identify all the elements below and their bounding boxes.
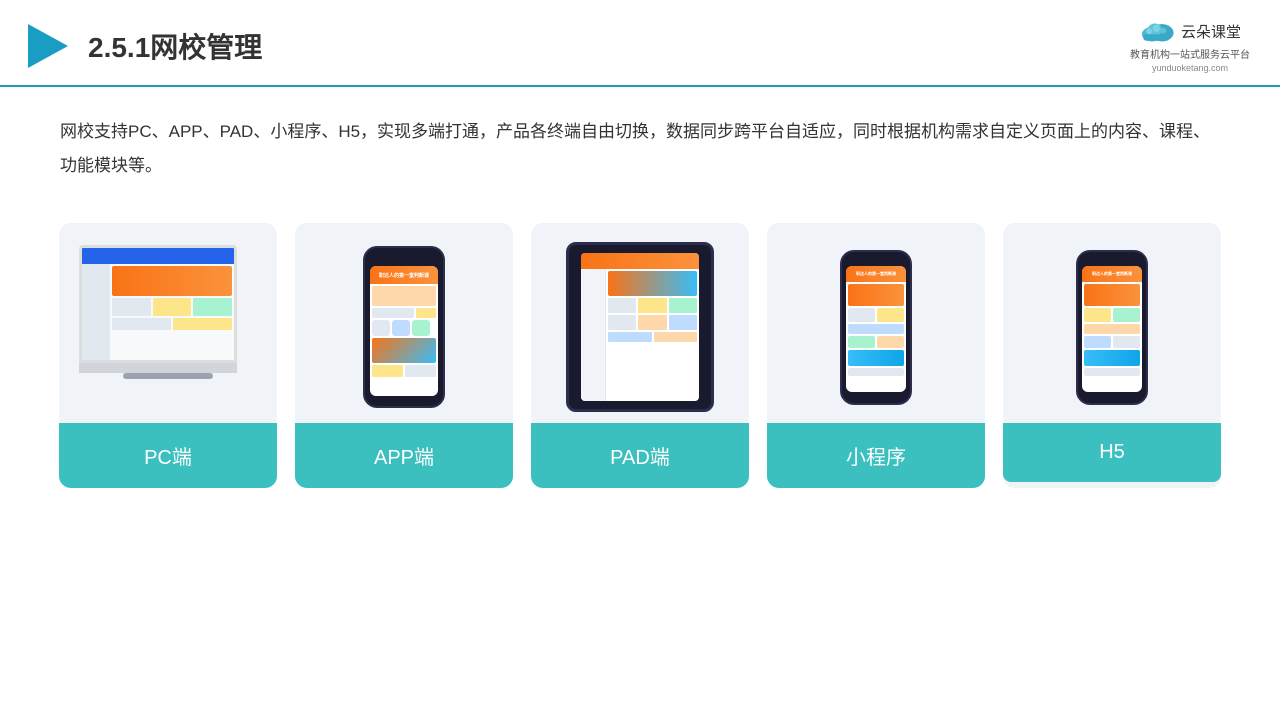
card-app: 职达人的第一堂判断课 bbox=[295, 223, 513, 488]
card-label-h5: H5 bbox=[1003, 423, 1221, 482]
card-label-miniprogram: 小程序 bbox=[767, 423, 985, 488]
mini-phone-mockup-2: 职达人的第一堂判断课 bbox=[1076, 250, 1148, 405]
card-image-pad bbox=[531, 223, 749, 423]
card-image-h5: 职达人的第一堂判断课 bbox=[1003, 223, 1221, 423]
card-pad: PAD端 bbox=[531, 223, 749, 488]
card-label-app: APP端 bbox=[295, 423, 513, 488]
card-h5: 职达人的第一堂判断课 bbox=[1003, 223, 1221, 488]
header: 2.5.1网校管理 云朵课堂 教育机构一站式服务云平台 yunduoketang… bbox=[0, 0, 1280, 87]
logo-subtitle: 教育机构一站式服务云平台 bbox=[1130, 46, 1250, 61]
card-miniprogram: 职达人的第一堂判断课 bbox=[767, 223, 985, 488]
logo-name: 云朵课堂 bbox=[1181, 21, 1241, 42]
desktop-screen bbox=[79, 245, 237, 363]
tablet-mockup bbox=[566, 242, 714, 412]
page-title: 2.5.1网校管理 bbox=[88, 26, 262, 66]
card-label-pc: PC端 bbox=[59, 423, 277, 488]
logo-area: 云朵课堂 教育机构一站式服务云平台 yunduoketang.com bbox=[1130, 18, 1250, 73]
card-pc: PC端 bbox=[59, 223, 277, 488]
cards-container: PC端 职达人的第一堂判断课 bbox=[0, 203, 1280, 508]
card-label-pad: PAD端 bbox=[531, 423, 749, 488]
cloud-icon bbox=[1139, 18, 1175, 44]
desktop-mockup bbox=[79, 245, 257, 410]
phone-mockup-app: 职达人的第一堂判断课 bbox=[363, 246, 445, 408]
description-text: 网校支持PC、APP、PAD、小程序、H5，实现多端打通，产品各终端自由切换，数… bbox=[60, 115, 1220, 183]
description: 网校支持PC、APP、PAD、小程序、H5，实现多端打通，产品各终端自由切换，数… bbox=[0, 87, 1280, 193]
logo-cloud: 云朵课堂 bbox=[1139, 18, 1241, 44]
mini-phone-mockup-1: 职达人的第一堂判断课 bbox=[840, 250, 912, 405]
card-image-app: 职达人的第一堂判断课 bbox=[295, 223, 513, 423]
logo-url: yunduoketang.com bbox=[1152, 63, 1228, 73]
card-image-miniprogram: 职达人的第一堂判断课 bbox=[767, 223, 985, 423]
header-left: 2.5.1网校管理 bbox=[20, 20, 262, 72]
card-image-pc bbox=[59, 223, 277, 423]
play-icon bbox=[20, 20, 72, 72]
